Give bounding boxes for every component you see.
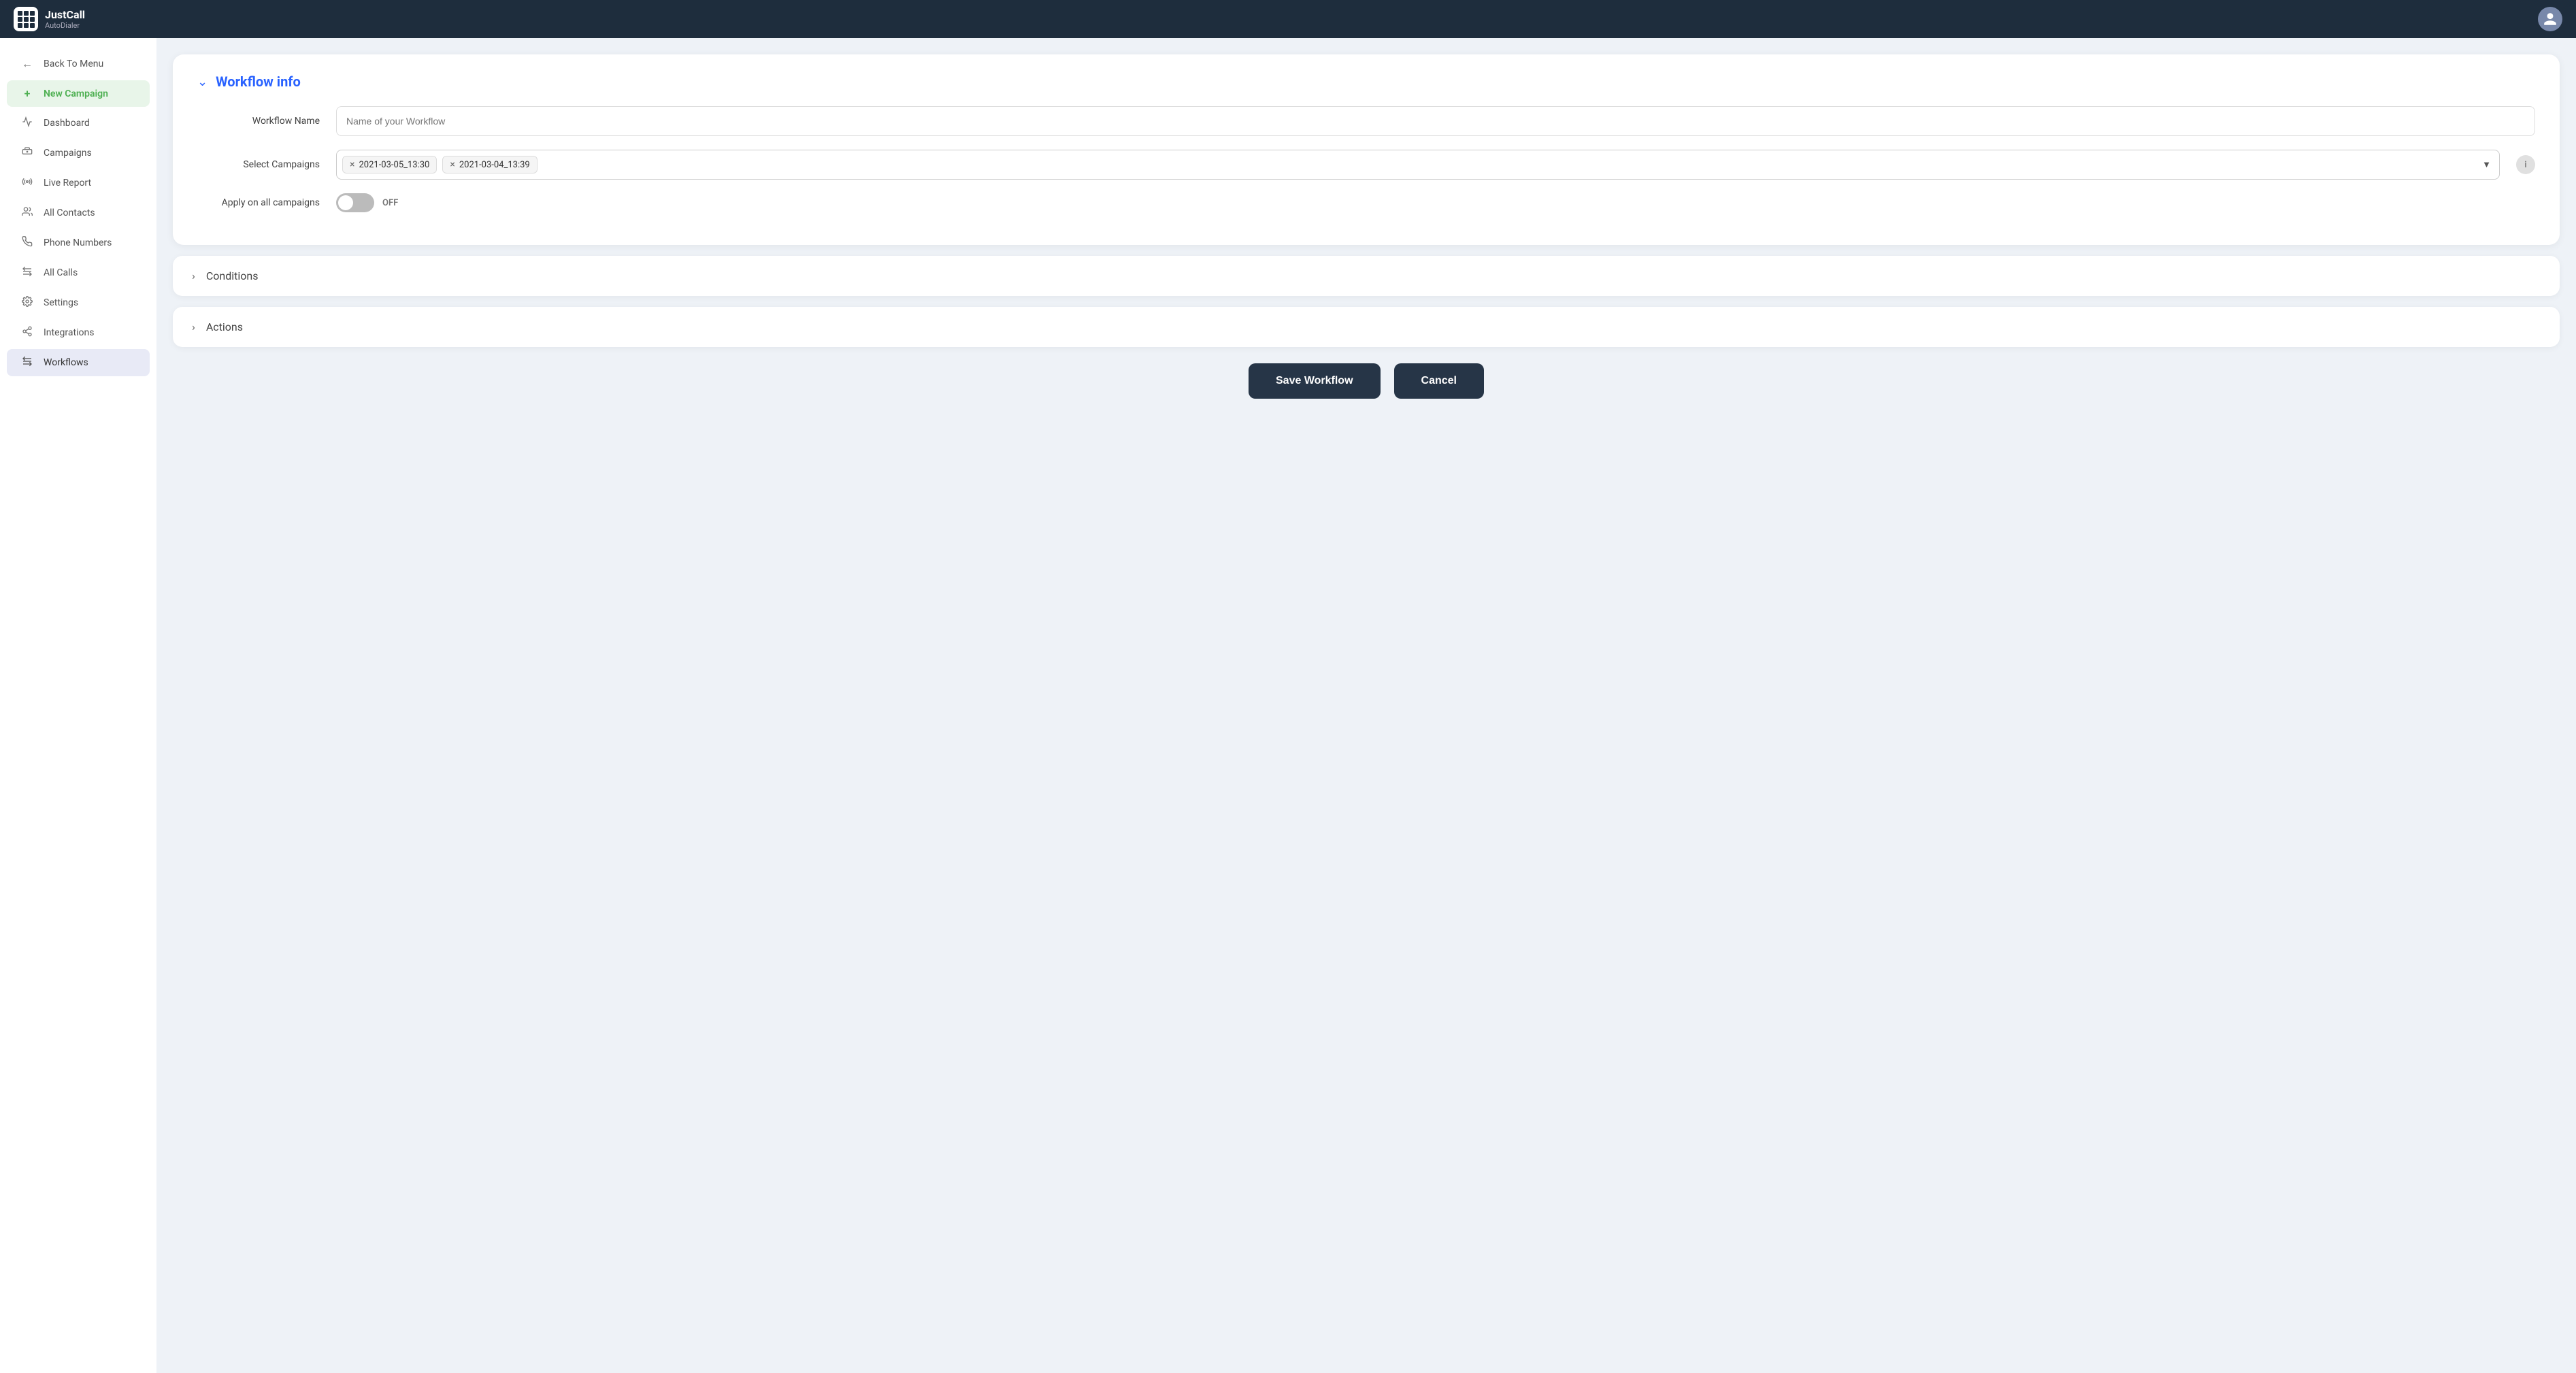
sidebar-item-campaigns[interactable]: Campaigns: [7, 139, 150, 167]
sidebar-item-label: Campaigns: [44, 148, 92, 159]
select-campaigns-label: Select Campaigns: [197, 159, 320, 170]
sidebar-item-workflows[interactable]: Workflows: [7, 349, 150, 376]
sidebar-item-label: Settings: [44, 297, 78, 308]
sidebar-item-label: All Contacts: [44, 208, 95, 218]
sidebar-item-new-campaign[interactable]: + New Campaign: [7, 80, 150, 107]
save-workflow-button[interactable]: Save Workflow: [1249, 363, 1381, 399]
actions-title: Actions: [206, 320, 243, 333]
campaign-tag-2-remove[interactable]: ×: [450, 159, 455, 170]
cancel-button[interactable]: Cancel: [1394, 363, 1484, 399]
sidebar-item-label: All Calls: [44, 267, 78, 278]
sidebar-item-live-report[interactable]: Live Report: [7, 169, 150, 197]
campaigns-icon: [20, 146, 34, 160]
workflow-name-label: Workflow Name: [197, 116, 320, 127]
phone-numbers-icon: [20, 236, 34, 250]
new-campaign-icon: +: [20, 87, 34, 100]
chevron-down-icon[interactable]: ⌄: [197, 75, 208, 89]
brand-sub: AutoDialer: [45, 21, 85, 30]
brand-main: JustCall: [45, 8, 85, 21]
sidebar-item-label: Dashboard: [44, 118, 90, 129]
all-calls-icon: [20, 266, 34, 280]
campaign-tag-2: × 2021-03-04_13:39: [442, 156, 537, 173]
back-label: Back To Menu: [44, 59, 103, 69]
brand: JustCall AutoDialer: [14, 7, 85, 31]
all-contacts-icon: [20, 206, 34, 220]
campaign-tag-1: × 2021-03-05_13:30: [342, 156, 437, 173]
sidebar-item-label: New Campaign: [44, 88, 108, 99]
navbar: JustCall AutoDialer: [0, 0, 2576, 38]
select-campaigns-row: Select Campaigns × 2021-03-05_13:30 × 20…: [197, 150, 2535, 180]
toggle-slider: [336, 193, 374, 212]
campaign-dropdown-arrow[interactable]: ▼: [2479, 158, 2494, 171]
main-area: ← Back To Menu + New Campaign Dashboard …: [0, 38, 2576, 1373]
workflows-icon: [20, 356, 34, 369]
sidebar-item-phone-numbers[interactable]: Phone Numbers: [7, 229, 150, 257]
campaign-tag-1-remove[interactable]: ×: [350, 159, 354, 170]
sidebar-item-label: Workflows: [44, 357, 88, 368]
sidebar: ← Back To Menu + New Campaign Dashboard …: [0, 38, 156, 1373]
sidebar-item-all-contacts[interactable]: All Contacts: [7, 199, 150, 227]
section-header: ⌄ Workflow info: [197, 73, 2535, 90]
apply-all-label: Apply on all campaigns: [197, 197, 320, 208]
sidebar-item-settings[interactable]: Settings: [7, 289, 150, 316]
conditions-title: Conditions: [206, 269, 259, 282]
logo-icon: [14, 7, 38, 31]
actions-chevron-icon: ›: [192, 320, 195, 333]
toggle-label: OFF: [382, 198, 398, 208]
actions-card[interactable]: › Actions: [173, 307, 2560, 347]
settings-icon: [20, 296, 34, 310]
user-avatar[interactable]: [2538, 7, 2562, 31]
section-title: Workflow info: [216, 73, 301, 90]
live-report-icon: [20, 176, 34, 190]
buttons-row: Save Workflow Cancel: [173, 363, 2560, 399]
conditions-chevron-icon: ›: [192, 269, 195, 282]
info-icon[interactable]: i: [2516, 155, 2535, 174]
content-area: ⌄ Workflow info Workflow Name Select Cam…: [156, 38, 2576, 1373]
conditions-card[interactable]: › Conditions: [173, 256, 2560, 296]
workflow-info-card: ⌄ Workflow info Workflow Name Select Cam…: [173, 54, 2560, 245]
apply-all-row: Apply on all campaigns OFF: [197, 193, 2535, 212]
sidebar-item-label: Live Report: [44, 178, 91, 188]
workflow-name-row: Workflow Name: [197, 106, 2535, 136]
apply-all-toggle[interactable]: [336, 193, 374, 212]
dashboard-icon: [20, 116, 34, 130]
back-to-menu[interactable]: ← Back To Menu: [7, 50, 150, 78]
integrations-icon: [20, 326, 34, 340]
sidebar-item-integrations[interactable]: Integrations: [7, 319, 150, 346]
sidebar-item-label: Phone Numbers: [44, 237, 112, 248]
sidebar-item-dashboard[interactable]: Dashboard: [7, 110, 150, 137]
toggle-row: OFF: [336, 193, 398, 212]
back-icon: ←: [20, 57, 34, 71]
brand-name: JustCall AutoDialer: [45, 8, 85, 30]
sidebar-item-label: Integrations: [44, 327, 94, 338]
workflow-name-input[interactable]: [336, 106, 2535, 136]
campaign-input-wrapper[interactable]: × 2021-03-05_13:30 × 2021-03-04_13:39 ▼: [336, 150, 2500, 180]
sidebar-item-all-calls[interactable]: All Calls: [7, 259, 150, 286]
